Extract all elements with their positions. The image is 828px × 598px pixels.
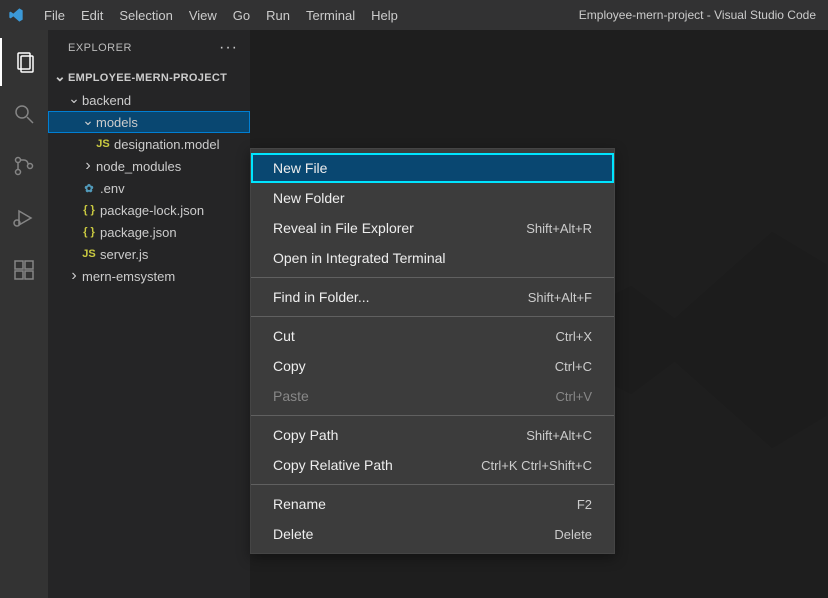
context-menu-label: Copy [273, 358, 306, 374]
keyboard-shortcut: Ctrl+V [556, 389, 592, 404]
tree-item-label: package-lock.json [100, 203, 204, 218]
activity-extensions[interactable] [0, 246, 48, 294]
keyboard-shortcut: Ctrl+K Ctrl+Shift+C [481, 458, 592, 473]
file-tree: EMPLOYEE-MERN-PROJECT backendmodelsJSdes… [48, 65, 250, 598]
context-menu-item[interactable]: Copy Path Shift+Alt+C [251, 420, 614, 450]
menu-help[interactable]: Help [363, 4, 406, 27]
activity-search[interactable] [0, 90, 48, 138]
keyboard-shortcut: Shift+Alt+R [526, 221, 592, 236]
tree-item-label: package.json [100, 225, 177, 240]
activity-explorer[interactable] [0, 38, 48, 86]
json-icon: { } [80, 226, 98, 238]
activity-scm[interactable] [0, 142, 48, 190]
tree-item-label: server.js [100, 247, 148, 262]
menu-terminal[interactable]: Terminal [298, 4, 363, 27]
context-menu-item[interactable]: Reveal in File Explorer Shift+Alt+R [251, 213, 614, 243]
context-menu-item[interactable]: Cut Ctrl+X [251, 321, 614, 351]
context-menu-item[interactable]: Copy Ctrl+C [251, 351, 614, 381]
chevron-down-icon [66, 93, 82, 107]
tree-root-label: EMPLOYEE-MERN-PROJECT [68, 72, 227, 84]
context-menu-label: Copy Path [273, 427, 338, 443]
tree-item-label: backend [82, 93, 131, 108]
json-icon: { } [80, 204, 98, 216]
activity-debug[interactable] [0, 194, 48, 242]
tree-folder[interactable]: mern-emsystem [48, 265, 250, 287]
keyboard-shortcut: F2 [577, 497, 592, 512]
tree-item-label: models [96, 115, 138, 130]
tree-file[interactable]: JSdesignation.model [48, 133, 250, 155]
activity-bar [0, 30, 48, 598]
tree-file[interactable]: { }package-lock.json [48, 199, 250, 221]
context-menu-label: New Folder [273, 190, 345, 206]
keyboard-shortcut: Shift+Alt+F [528, 290, 592, 305]
tree-item-label: .env [100, 181, 125, 196]
menu-file[interactable]: File [36, 4, 73, 27]
js-icon: JS [94, 138, 112, 150]
context-menu-separator [251, 484, 614, 485]
chevron-down-icon [52, 71, 68, 85]
menu-view[interactable]: View [181, 4, 225, 27]
context-menu: New File New Folder Reveal in File Explore… [250, 148, 615, 554]
keyboard-shortcut: Ctrl+C [555, 359, 592, 374]
tree-item-label: designation.model [114, 137, 220, 152]
menu-bar: FileEditSelectionViewGoRunTerminalHelp [36, 4, 406, 27]
context-menu-label: Rename [273, 496, 326, 512]
context-menu-item[interactable]: New File [251, 153, 614, 183]
env-icon: ✿ [80, 182, 98, 195]
menu-edit[interactable]: Edit [73, 4, 111, 27]
explorer-more-icon[interactable]: ··· [219, 39, 238, 57]
context-menu-item[interactable]: Open in Integrated Terminal [251, 243, 614, 273]
tree-folder[interactable]: models [48, 111, 250, 133]
menu-go[interactable]: Go [225, 4, 258, 27]
context-menu-item[interactable]: Delete Delete [251, 519, 614, 549]
tree-item-label: node_modules [96, 159, 181, 174]
tree-folder[interactable]: node_modules [48, 155, 250, 177]
js-icon: JS [80, 248, 98, 260]
context-menu-separator [251, 277, 614, 278]
context-menu-item: Paste Ctrl+V [251, 381, 614, 411]
keyboard-shortcut: Shift+Alt+C [526, 428, 592, 443]
chevron-down-icon [80, 115, 96, 129]
context-menu-item[interactable]: New Folder [251, 183, 614, 213]
menu-selection[interactable]: Selection [111, 4, 180, 27]
menu-run[interactable]: Run [258, 4, 298, 27]
vscode-logo-icon [8, 7, 24, 23]
context-menu-item[interactable]: Rename F2 [251, 489, 614, 519]
explorer-header: EXPLORER ··· [48, 30, 250, 65]
keyboard-shortcut: Ctrl+X [556, 329, 592, 344]
tree-file[interactable]: ✿.env [48, 177, 250, 199]
context-menu-item[interactable]: Copy Relative Path Ctrl+K Ctrl+Shift+C [251, 450, 614, 480]
chevron-right-icon [66, 268, 82, 284]
explorer-title: EXPLORER [68, 42, 132, 54]
context-menu-label: Reveal in File Explorer [273, 220, 414, 236]
context-menu-item[interactable]: Find in Folder... Shift+Alt+F [251, 282, 614, 312]
tree-root[interactable]: EMPLOYEE-MERN-PROJECT [48, 67, 250, 89]
tree-file[interactable]: { }package.json [48, 221, 250, 243]
keyboard-shortcut: Delete [554, 527, 592, 542]
context-menu-separator [251, 415, 614, 416]
tree-file[interactable]: JSserver.js [48, 243, 250, 265]
vscode-watermark-icon [588, 210, 828, 473]
context-menu-label: Paste [273, 388, 309, 404]
context-menu-separator [251, 316, 614, 317]
context-menu-label: Find in Folder... [273, 289, 370, 305]
context-menu-label: Cut [273, 328, 295, 344]
tree-item-label: mern-emsystem [82, 269, 175, 284]
context-menu-label: Open in Integrated Terminal [273, 250, 446, 266]
window-title: Employee-mern-project - Visual Studio Co… [579, 8, 820, 22]
title-bar: FileEditSelectionViewGoRunTerminalHelp E… [0, 0, 828, 30]
chevron-right-icon [80, 158, 96, 174]
context-menu-label: New File [273, 160, 327, 176]
tree-folder[interactable]: backend [48, 89, 250, 111]
context-menu-label: Delete [273, 526, 313, 542]
context-menu-label: Copy Relative Path [273, 457, 393, 473]
explorer-sidebar: EXPLORER ··· EMPLOYEE-MERN-PROJECT backe… [48, 30, 250, 598]
